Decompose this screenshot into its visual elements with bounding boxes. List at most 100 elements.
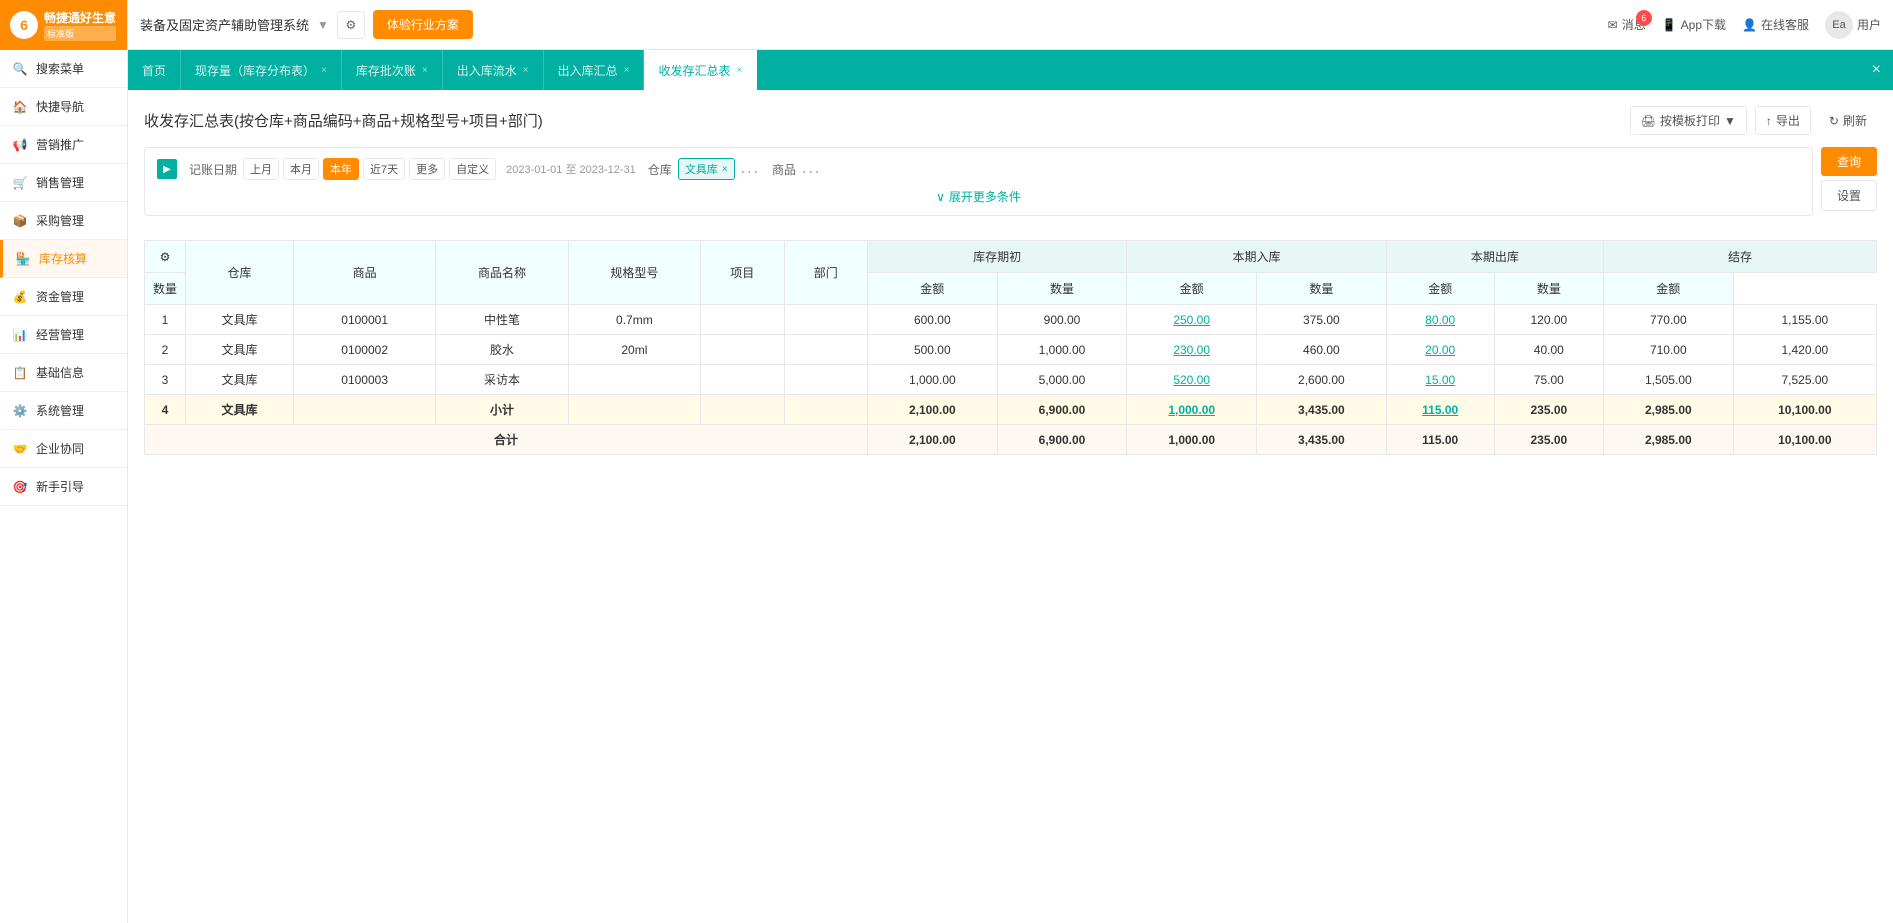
sidebar-item-label: 新手引导 (36, 478, 84, 495)
expand-filter-button[interactable]: ∨ 展开更多条件 (936, 188, 1021, 205)
tab-flow[interactable]: 出入库流水 × (443, 50, 544, 90)
row-no: 4 (145, 395, 186, 425)
tab-recv-send-label: 收发存汇总表 (658, 62, 730, 79)
chevron-down-icon: ▼ (1724, 114, 1736, 128)
basic-icon: 📋 (12, 365, 28, 381)
sidebar-item-label: 系统管理 (36, 402, 84, 419)
tab-inventory-dist-close[interactable]: × (321, 65, 327, 76)
user-menu[interactable]: Ea 用户 (1825, 11, 1881, 39)
row-open-qty: 500.00 (867, 335, 997, 365)
row-in-amt: 2,600.00 (1257, 365, 1387, 395)
tab-batch[interactable]: 库存批次账 × (342, 50, 443, 90)
tab-recv-send-close[interactable]: × (736, 65, 742, 76)
row-open-qty: 2,100.00 (867, 395, 997, 425)
goods-filter-group: 商品 ... (772, 160, 821, 178)
sidebar-item-operation[interactable]: 📊 经营管理 (0, 316, 127, 354)
row-in-qty[interactable]: 520.00 (1127, 365, 1257, 395)
sidebar-item-finance[interactable]: 💰 资金管理 (0, 278, 127, 316)
sidebar-item-purchase[interactable]: 📦 采购管理 (0, 202, 127, 240)
refresh-button[interactable]: ↻ 刷新 (1819, 107, 1877, 134)
row-close-amt: 1,155.00 (1733, 305, 1876, 335)
guide-icon: 🎯 (12, 479, 28, 495)
row-warehouse: 文具库 (186, 395, 294, 425)
this-month-btn[interactable]: 本月 (283, 158, 319, 180)
home-icon: 🏠 (12, 99, 28, 115)
tab-home-label: 首页 (142, 62, 166, 79)
tab-summary[interactable]: 出入库汇总 × (544, 50, 645, 90)
trial-button[interactable]: 体验行业方案 (373, 10, 473, 39)
date-label: 记账日期 (189, 161, 237, 178)
online-service-button[interactable]: 👤 在线客服 (1742, 16, 1809, 33)
table-row: 1文具库0100001中性笔0.7mm600.00900.00250.00375… (145, 305, 1877, 335)
sidebar-item-sales[interactable]: 🛒 销售管理 (0, 164, 127, 202)
query-button[interactable]: 查询 (1821, 147, 1877, 176)
expand-label: 展开更多条件 (949, 188, 1021, 205)
row-out-qty[interactable]: 80.00 (1386, 305, 1494, 335)
row-goods-name: 采访本 (436, 365, 568, 395)
warehouse-filter-group: 仓库 文具库 × ... (648, 158, 760, 180)
export-button[interactable]: ↑ 导出 (1755, 106, 1811, 135)
row-out-qty[interactable]: 20.00 (1386, 335, 1494, 365)
sidebar-item-quick-nav[interactable]: 🏠 快捷导航 (0, 88, 127, 126)
row-close-qty: 770.00 (1603, 305, 1733, 335)
row-close-amt: 7,525.00 (1733, 365, 1876, 395)
row-goods-code (293, 395, 435, 425)
app-download-button[interactable]: 📱 App下载 (1662, 16, 1726, 33)
tab-summary-close[interactable]: × (624, 65, 630, 76)
footer-label: 合计 (145, 425, 868, 455)
sidebar-item-search[interactable]: 🔍 搜索菜单 (0, 50, 127, 88)
filter-arrow-icon[interactable]: ▶ (157, 159, 177, 179)
tab-inventory-dist[interactable]: 现存量（库存分布表） × (181, 50, 342, 90)
sidebar-item-marketing[interactable]: 📢 营销推广 (0, 126, 127, 164)
warehouse-more-icon[interactable]: ... (741, 160, 760, 178)
row-out-amt: 235.00 (1494, 395, 1603, 425)
row-close-qty: 1,505.00 (1603, 365, 1733, 395)
settings-button[interactable]: ⚙ (337, 11, 365, 39)
header-right: ✉ 消息 6 📱 App下载 👤 在线客服 Ea 用户 (1608, 11, 1881, 39)
custom-btn[interactable]: 自定义 (449, 158, 496, 180)
search-icon: 🔍 (12, 61, 28, 77)
tab-summary-label: 出入库汇总 (558, 62, 618, 79)
sidebar-item-system[interactable]: ⚙️ 系统管理 (0, 392, 127, 430)
goods-more-icon[interactable]: ... (802, 160, 821, 178)
row-goods-code: 0100003 (293, 365, 435, 395)
last-month-btn[interactable]: 上月 (243, 158, 279, 180)
col-settings-header[interactable]: ⚙ (145, 241, 186, 273)
sidebar-item-enterprise[interactable]: 🤝 企业协同 (0, 430, 127, 468)
page-inner: 收发存汇总表(按仓库+商品编码+商品+规格型号+项目+部门) 🖨 按模板打印 ▼… (128, 90, 1893, 923)
sidebar-item-guide[interactable]: 🎯 新手引导 (0, 468, 127, 506)
tabs-close-all[interactable]: × (1860, 61, 1893, 79)
row-out-qty[interactable]: 15.00 (1386, 365, 1494, 395)
more-btn[interactable]: 更多 (409, 158, 445, 180)
column-settings-button[interactable]: 设置 (1821, 180, 1877, 211)
row-open-amt: 6,900.00 (997, 395, 1127, 425)
row-in-qty[interactable]: 250.00 (1127, 305, 1257, 335)
last-7-days-btn[interactable]: 近7天 (363, 158, 405, 180)
tabs-bar: 首页 现存量（库存分布表） × 库存批次账 × 出入库流水 × 出入库汇总 × … (128, 50, 1893, 90)
sidebar-item-basic[interactable]: 📋 基础信息 (0, 354, 127, 392)
row-dept (784, 365, 867, 395)
sidebar-item-inventory[interactable]: 🏪 库存核算 (0, 240, 127, 278)
footer-out-qty: 115.00 (1386, 425, 1494, 455)
this-year-btn[interactable]: 本年 (323, 158, 359, 180)
warehouse-tag[interactable]: 文具库 × (678, 158, 735, 180)
row-in-qty[interactable]: 1,000.00 (1127, 395, 1257, 425)
filter-row: ▶ 记账日期 上月 本月 本年 近7天 更多 自定义 2023-0 (157, 158, 1800, 180)
message-button[interactable]: ✉ 消息 6 (1608, 16, 1646, 33)
footer-in-amt: 3,435.00 (1257, 425, 1387, 455)
row-in-qty[interactable]: 230.00 (1127, 335, 1257, 365)
tab-batch-close[interactable]: × (422, 65, 428, 76)
col-opening-header: 库存期初 (867, 241, 1126, 273)
sidebar: 6 畅捷通好生意 标准版 🔍 搜索菜单 🏠 快捷导航 📢 营销推广 🛒 销售管理… (0, 0, 128, 923)
tab-recv-send[interactable]: 收发存汇总表 × (644, 50, 757, 90)
tab-home[interactable]: 首页 (128, 50, 181, 90)
row-open-amt: 1,000.00 (997, 335, 1127, 365)
row-goods-name: 胶水 (436, 335, 568, 365)
tab-inventory-dist-label: 现存量（库存分布表） (195, 62, 315, 79)
print-button[interactable]: 🖨 按模板打印 ▼ (1630, 106, 1747, 135)
tab-flow-close[interactable]: × (523, 65, 529, 76)
col-open-qty-header: 数量 (145, 273, 186, 305)
date-buttons: 上月 本月 本年 近7天 更多 自定义 (243, 158, 496, 180)
row-out-qty[interactable]: 115.00 (1386, 395, 1494, 425)
warehouse-tag-close-icon[interactable]: × (722, 164, 728, 175)
